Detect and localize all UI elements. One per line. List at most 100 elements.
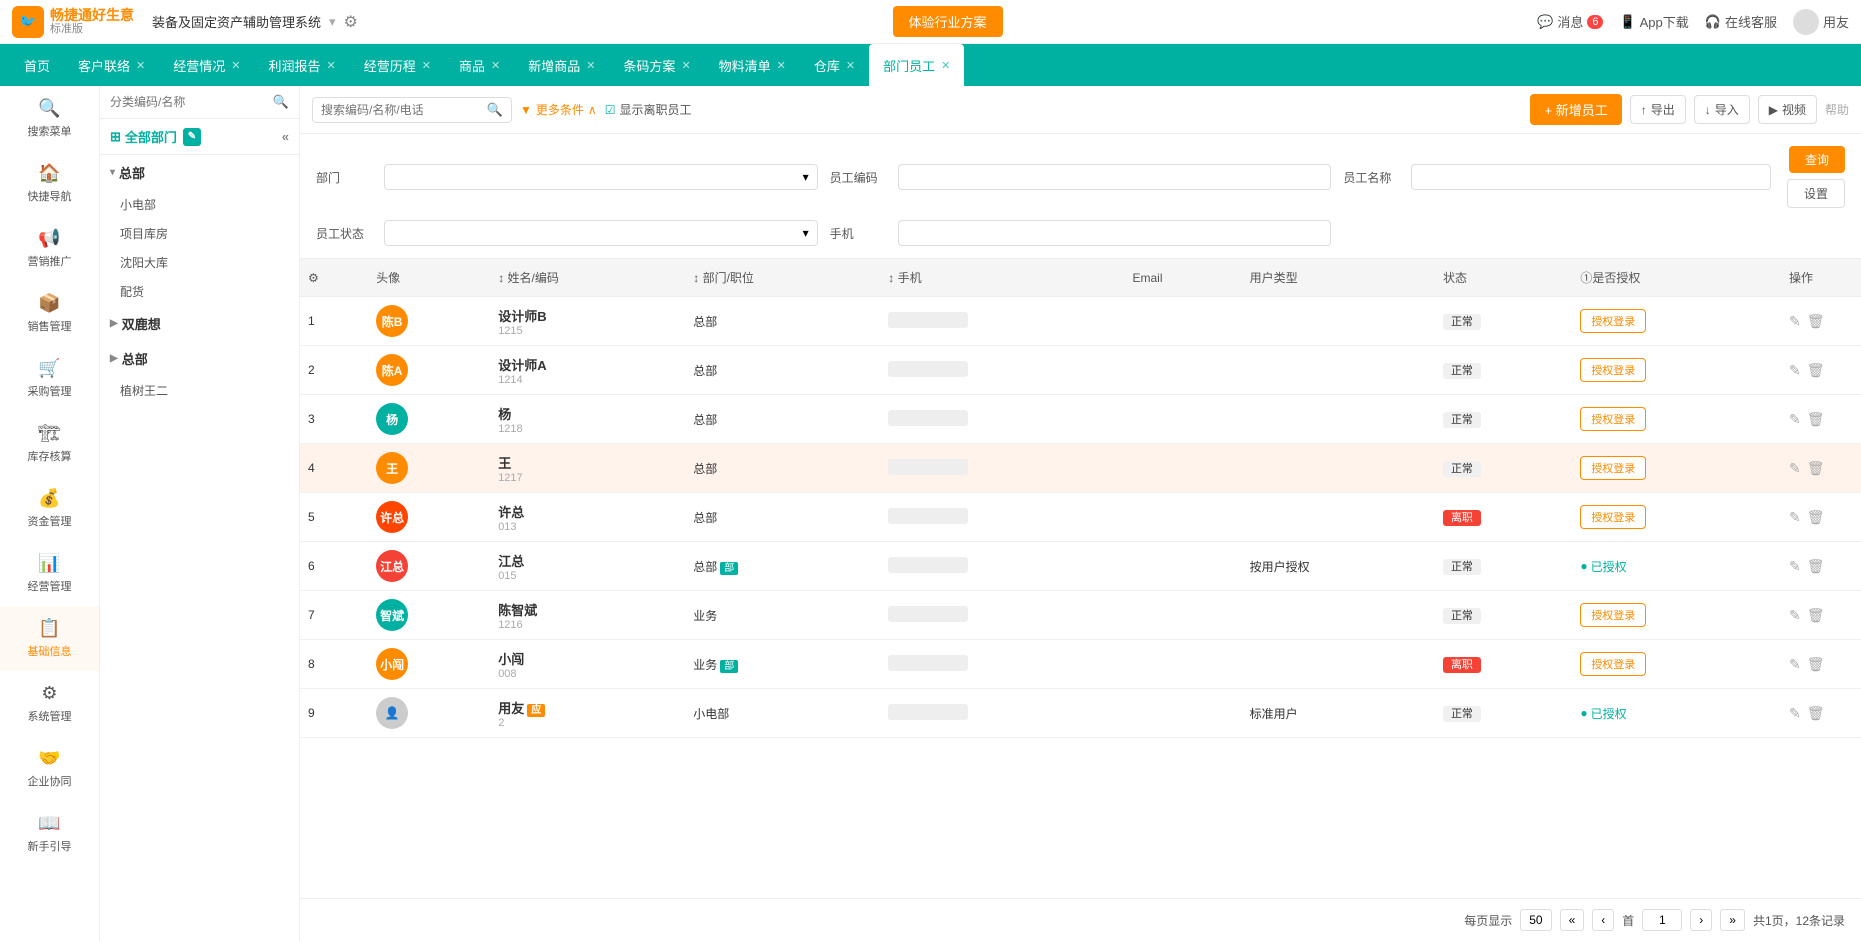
auth-button[interactable]: 授权登录 bbox=[1580, 407, 1646, 431]
left-nav-item-collab[interactable]: 🤝企业协同 bbox=[0, 736, 99, 801]
import-button[interactable]: ↓ 导入 bbox=[1694, 95, 1750, 124]
nav-close-icon[interactable]: ✕ bbox=[491, 59, 500, 72]
delete-button[interactable]: 🗑 bbox=[1807, 607, 1825, 624]
nav-item-利润报告[interactable]: 利润报告✕ bbox=[254, 44, 349, 86]
nav-item-物料清单[interactable]: 物料清单✕ bbox=[705, 44, 800, 86]
prev-page-btn[interactable]: ‹ bbox=[1592, 909, 1614, 931]
export-button[interactable]: ↑ 导出 bbox=[1630, 95, 1686, 124]
query-button[interactable]: 查询 bbox=[1789, 146, 1845, 173]
nav-item-首页[interactable]: 首页 bbox=[10, 44, 64, 86]
status-filter-select[interactable]: ▾ bbox=[384, 220, 818, 246]
dept-group-zonbu[interactable]: ▾ 总部 bbox=[100, 155, 299, 190]
left-nav-item-sales[interactable]: 📦销售管理 bbox=[0, 281, 99, 346]
auth-button[interactable]: 授权登录 bbox=[1580, 358, 1646, 382]
edit-button[interactable]: ✎ bbox=[1789, 460, 1801, 477]
dept-filter-select[interactable]: ▾ bbox=[384, 164, 818, 190]
dept-search-input[interactable] bbox=[110, 95, 273, 109]
nav-close-icon[interactable]: ✕ bbox=[327, 59, 336, 72]
nav-item-经营历程[interactable]: 经营历程✕ bbox=[350, 44, 445, 86]
dept-group-zonbu2[interactable]: ▶ 总部 bbox=[100, 341, 299, 376]
left-nav-item-marketing[interactable]: 📢营销推广 bbox=[0, 216, 99, 281]
dept-item-xiaodibu[interactable]: 小电部 bbox=[100, 190, 299, 219]
dept-search-icon[interactable]: 🔍 bbox=[273, 94, 289, 110]
delete-button[interactable]: 🗑 bbox=[1807, 362, 1825, 379]
auth-button[interactable]: 授权登录 bbox=[1580, 603, 1646, 627]
nav-close-icon[interactable]: ✕ bbox=[846, 59, 855, 72]
auth-button[interactable]: 授权登录 bbox=[1580, 456, 1646, 480]
empcode-filter-input[interactable] bbox=[898, 164, 1332, 190]
dept-group-shuanglu[interactable]: ▶ 双鹿想 bbox=[100, 306, 299, 341]
settings-icon[interactable]: ⚙ bbox=[344, 12, 358, 32]
edit-button[interactable]: ✎ bbox=[1789, 411, 1801, 428]
nav-item-部门员工[interactable]: 部门员工✕ bbox=[869, 44, 964, 86]
more-filter-btn[interactable]: ▼ 更多条件 ∧ bbox=[520, 101, 597, 118]
system-title-dropdown[interactable]: ▾ bbox=[329, 14, 336, 30]
auth-button[interactable]: 授权登录 bbox=[1580, 505, 1646, 529]
left-nav-item-basic[interactable]: 📋基础信息 bbox=[0, 606, 99, 671]
search-input[interactable] bbox=[321, 103, 487, 117]
delete-button[interactable]: 🗑 bbox=[1807, 411, 1825, 428]
first-page-btn[interactable]: « bbox=[1560, 909, 1585, 931]
delete-button[interactable]: 🗑 bbox=[1807, 460, 1825, 477]
edit-button[interactable]: ✎ bbox=[1789, 313, 1801, 330]
col-dept[interactable]: ↕ 部门/职位 bbox=[685, 259, 880, 297]
nav-item-新增商品[interactable]: 新增商品✕ bbox=[514, 44, 609, 86]
edit-button[interactable]: ✎ bbox=[1789, 558, 1801, 575]
left-nav-item-guide[interactable]: 📖新手引导 bbox=[0, 801, 99, 866]
show-resigned-checkbox[interactable]: ☑ bbox=[605, 103, 616, 117]
nav-close-icon[interactable]: ✕ bbox=[941, 59, 950, 72]
help-label[interactable]: 帮助 bbox=[1825, 101, 1849, 118]
user-area[interactable]: 用友 bbox=[1793, 9, 1849, 35]
all-dept-heading[interactable]: ⊞ 全部部门 ✎ « bbox=[100, 119, 299, 155]
nav-item-仓库[interactable]: 仓库✕ bbox=[800, 44, 869, 86]
left-nav-item-inventory[interactable]: 🏗库存核算 bbox=[0, 411, 99, 476]
auth-button[interactable]: 授权登录 bbox=[1580, 652, 1646, 676]
left-nav-item-purchase[interactable]: 🛒采购管理 bbox=[0, 346, 99, 411]
per-page-select[interactable]: 50 bbox=[1520, 909, 1551, 931]
nav-item-客户联络[interactable]: 客户联络✕ bbox=[64, 44, 159, 86]
phone-filter-input[interactable] bbox=[898, 220, 1332, 246]
edit-button[interactable]: ✎ bbox=[1789, 656, 1801, 673]
nav-close-icon[interactable]: ✕ bbox=[777, 59, 786, 72]
sidebar-collapse-btn[interactable]: « bbox=[282, 129, 289, 144]
nav-close-icon[interactable]: ✕ bbox=[586, 59, 595, 72]
delete-button[interactable]: 🗑 bbox=[1807, 509, 1825, 526]
message-action[interactable]: 💬 消息 6 bbox=[1537, 12, 1603, 31]
delete-button[interactable]: 🗑 bbox=[1807, 656, 1825, 673]
app-download-action[interactable]: 📱 App下载 bbox=[1619, 12, 1688, 31]
next-page-btn[interactable]: › bbox=[1690, 909, 1712, 931]
nav-close-icon[interactable]: ✕ bbox=[422, 59, 431, 72]
video-button[interactable]: ▶ 视频 bbox=[1758, 95, 1817, 124]
left-nav-item-operations[interactable]: 📊经营管理 bbox=[0, 541, 99, 606]
edit-button[interactable]: ✎ bbox=[1789, 705, 1801, 722]
col-name[interactable]: ↕ 姓名/编码 bbox=[490, 259, 685, 297]
reset-button[interactable]: 设置 bbox=[1787, 179, 1845, 208]
delete-button[interactable]: 🗑 bbox=[1807, 313, 1825, 330]
last-page-btn[interactable]: » bbox=[1720, 909, 1745, 931]
delete-button[interactable]: 🗑 bbox=[1807, 705, 1825, 722]
left-nav-item-system[interactable]: ⚙系统管理 bbox=[0, 671, 99, 736]
add-employee-button[interactable]: + 新增员工 bbox=[1530, 94, 1621, 125]
auth-button[interactable]: 授权登录 bbox=[1580, 309, 1646, 333]
empname-filter-input[interactable] bbox=[1411, 164, 1771, 190]
delete-button[interactable]: 🗑 bbox=[1807, 558, 1825, 575]
trial-button[interactable]: 体验行业方案 bbox=[893, 6, 1003, 37]
online-service-action[interactable]: 🎧 在线客服 bbox=[1705, 12, 1777, 31]
nav-item-商品[interactable]: 商品✕ bbox=[445, 44, 514, 86]
left-nav-item-search[interactable]: 🔍搜索菜单 bbox=[0, 86, 99, 151]
search-icon[interactable]: 🔍 bbox=[487, 102, 503, 118]
left-nav-item-finance[interactable]: 💰资金管理 bbox=[0, 476, 99, 541]
col-settings[interactable]: ⚙ bbox=[300, 259, 368, 297]
page-input[interactable] bbox=[1642, 909, 1682, 931]
edit-button[interactable]: ✎ bbox=[1789, 362, 1801, 379]
left-nav-item-quick[interactable]: 🏠快捷导航 bbox=[0, 151, 99, 216]
dept-item-peihuo[interactable]: 配货 bbox=[100, 277, 299, 306]
col-phone[interactable]: ↕ 手机 bbox=[880, 259, 1124, 297]
nav-item-条码方案[interactable]: 条码方案✕ bbox=[609, 44, 704, 86]
dept-item-zhishu[interactable]: 植树王二 bbox=[100, 376, 299, 405]
dept-item-shenyang[interactable]: 沈阳大库 bbox=[100, 248, 299, 277]
dept-item-xiangmukufang[interactable]: 项目库房 bbox=[100, 219, 299, 248]
nav-close-icon[interactable]: ✕ bbox=[231, 59, 240, 72]
nav-item-经营情况[interactable]: 经营情况✕ bbox=[159, 44, 254, 86]
nav-close-icon[interactable]: ✕ bbox=[681, 59, 690, 72]
